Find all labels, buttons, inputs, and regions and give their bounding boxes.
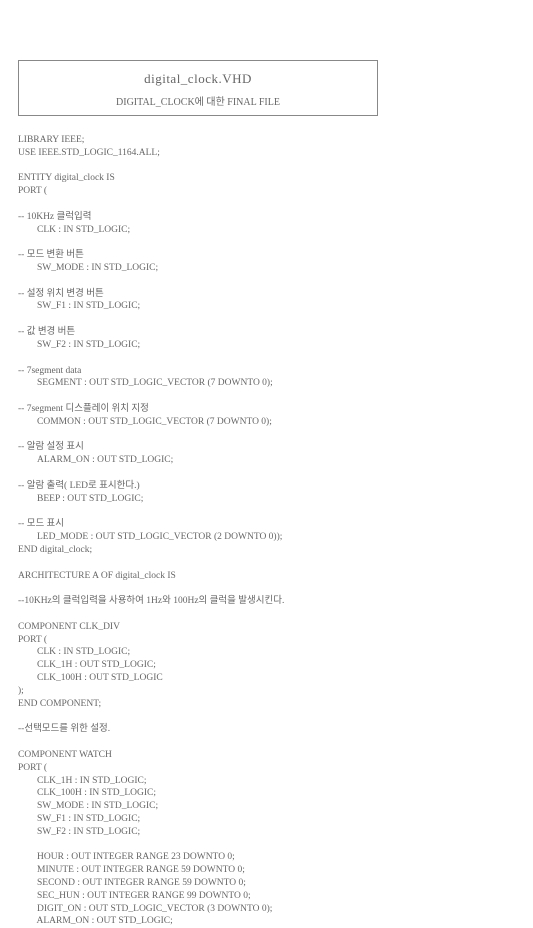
code-listing: LIBRARY IEEE; USE IEEE.STD_LOGIC_1164.AL… [18,134,515,928]
title-box: digital_clock.VHD DIGITAL_CLOCK에 대한 FINA… [18,60,378,116]
file-subtitle: DIGITAL_CLOCK에 대한 FINAL FILE [19,96,377,109]
file-title: digital_clock.VHD [19,71,377,88]
